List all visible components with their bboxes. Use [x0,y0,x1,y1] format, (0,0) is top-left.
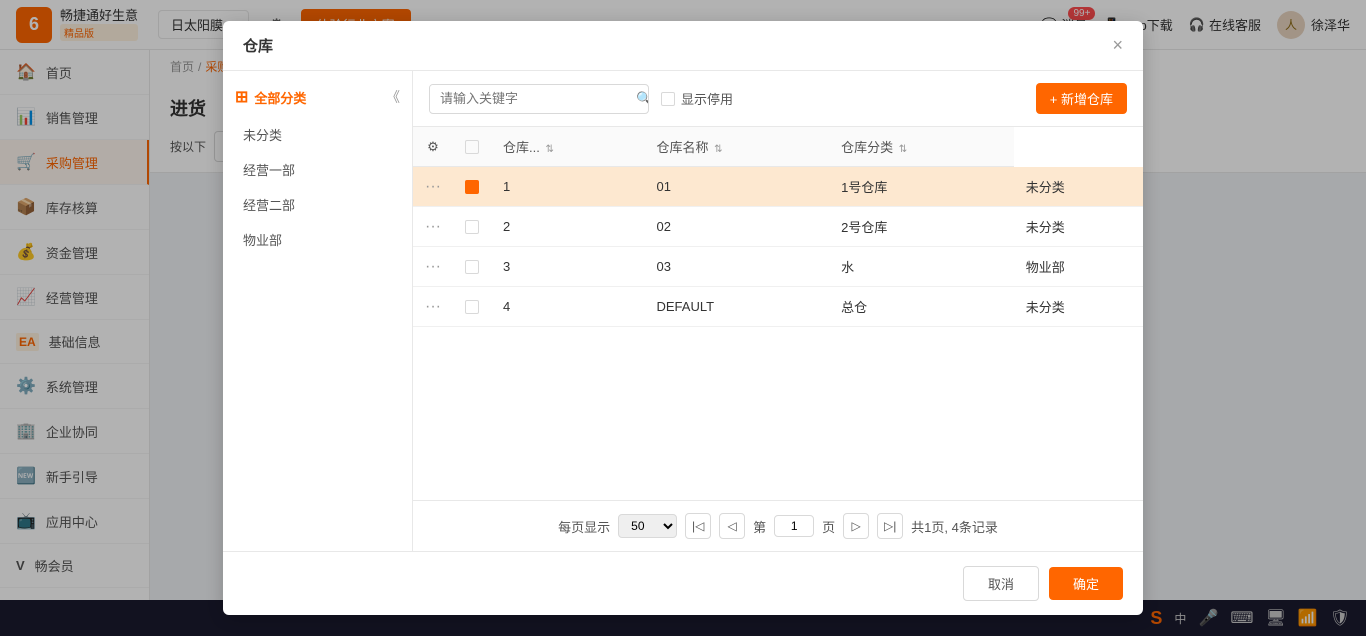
dialog-title: 仓库 [243,35,273,56]
row-index: 3 [491,247,645,287]
total-info: 共1页, 4条记录 [911,517,998,536]
row-category: 物业部 [1014,247,1143,287]
row-code: 01 [645,167,830,207]
gear-icon[interactable]: ⚙ [427,139,439,154]
all-categories-label: 全部分类 [254,88,306,107]
warehouse-dialog: 仓库 × ⊞ 全部分类 《 未分类 经营一部 经营二部 物业部 [223,21,1143,615]
search-box[interactable]: 🔍 [429,84,649,114]
row-category: 未分类 [1014,207,1143,247]
row-code: DEFAULT [645,287,830,327]
page-suffix-label: 页 [822,517,835,536]
row-checkbox-cell[interactable] [453,287,491,327]
all-categories-item[interactable]: ⊞ 全部分类 [235,87,306,107]
sort-category-icon[interactable]: ⇅ [899,144,907,155]
search-button[interactable]: 🔍 [626,85,649,113]
table-row[interactable]: ··· 1 01 1号仓库 未分类 [413,167,1143,207]
select-all-checkbox[interactable] [465,140,479,154]
row-more[interactable]: ··· [413,287,453,327]
row-index: 2 [491,207,645,247]
row-name: 总仓 [829,287,1014,327]
pagination: 每页显示 50 100 |◁ ◁ 第 页 ▷ ▷| 共1页, 4条记录 [413,500,1143,551]
dialog-body: ⊞ 全部分类 《 未分类 经营一部 经营二部 物业部 🔍 [223,71,1143,551]
row-checkbox-cell[interactable] [453,207,491,247]
row-name: 水 [829,247,1014,287]
cancel-button[interactable]: 取消 [963,566,1039,601]
row-category: 未分类 [1014,167,1143,207]
first-page-button[interactable]: |◁ [685,513,711,539]
show-disabled-toggle[interactable]: 显示停用 [661,89,733,108]
row-checkbox[interactable] [465,260,479,274]
row-code: 03 [645,247,830,287]
dialog-footer: 取消 确定 [223,551,1143,615]
row-index: 4 [491,287,645,327]
more-icon[interactable]: ··· [425,178,441,195]
per-page-label: 每页显示 [558,517,610,536]
category-panel: ⊞ 全部分类 《 未分类 经营一部 经营二部 物业部 [223,71,413,551]
table-row[interactable]: ··· 3 03 水 物业部 [413,247,1143,287]
col-category: 仓库分类 ⇅ [829,127,1014,167]
row-index: 1 [491,167,645,207]
sort-name-icon[interactable]: ⇅ [714,144,722,155]
category-item-dept2[interactable]: 经营二部 [223,187,412,222]
row-more[interactable]: ··· [413,167,453,207]
row-checkbox-cell[interactable] [453,247,491,287]
category-item-unclassified[interactable]: 未分类 [223,117,412,152]
category-item-dept1[interactable]: 经营一部 [223,152,412,187]
row-checkbox-cell[interactable] [453,167,491,207]
warehouse-table: ⚙ 仓库... ⇅ 仓库名称 ⇅ 仓库分类 [413,127,1143,327]
col-settings: ⚙ [413,127,453,167]
table-toolbar: 🔍 显示停用 + 新增仓库 [413,71,1143,127]
table-row[interactable]: ··· 2 02 2号仓库 未分类 [413,207,1143,247]
category-item-property[interactable]: 物业部 [223,222,412,257]
col-code: 仓库... ⇅ [491,127,645,167]
prev-page-button[interactable]: ◁ [719,513,745,539]
row-code: 02 [645,207,830,247]
sort-code-icon[interactable]: ⇅ [545,144,553,155]
warehouse-table-panel: 🔍 显示停用 + 新增仓库 ⚙ [413,71,1143,551]
more-icon[interactable]: ··· [425,298,441,315]
row-name: 2号仓库 [829,207,1014,247]
row-checkbox[interactable] [465,180,479,194]
col-checkbox [453,127,491,167]
row-category: 未分类 [1014,287,1143,327]
row-more[interactable]: ··· [413,247,453,287]
row-name: 1号仓库 [829,167,1014,207]
page-prefix-label: 第 [753,517,766,536]
search-input[interactable] [430,85,626,112]
show-disabled-checkbox[interactable] [661,92,675,106]
confirm-button[interactable]: 确定 [1049,567,1123,600]
table-wrapper: ⚙ 仓库... ⇅ 仓库名称 ⇅ 仓库分类 [413,127,1143,500]
row-more[interactable]: ··· [413,207,453,247]
col-name: 仓库名称 ⇅ [645,127,830,167]
row-checkbox[interactable] [465,300,479,314]
last-page-button[interactable]: ▷| [877,513,903,539]
collapse-icon[interactable]: 《 [386,87,400,107]
grid-icon: ⊞ [235,87,248,107]
more-icon[interactable]: ··· [425,218,441,235]
table-row[interactable]: ··· 4 DEFAULT 总仓 未分类 [413,287,1143,327]
add-warehouse-button[interactable]: + 新增仓库 [1036,83,1127,114]
category-header: ⊞ 全部分类 《 [223,81,412,117]
row-checkbox[interactable] [465,220,479,234]
page-input[interactable] [774,515,814,537]
per-page-select[interactable]: 50 100 [618,514,677,538]
dialog-close-button[interactable]: × [1112,35,1123,56]
more-icon[interactable]: ··· [425,258,441,275]
show-disabled-label: 显示停用 [681,89,733,108]
next-page-button[interactable]: ▷ [843,513,869,539]
dialog-header: 仓库 × [223,21,1143,71]
